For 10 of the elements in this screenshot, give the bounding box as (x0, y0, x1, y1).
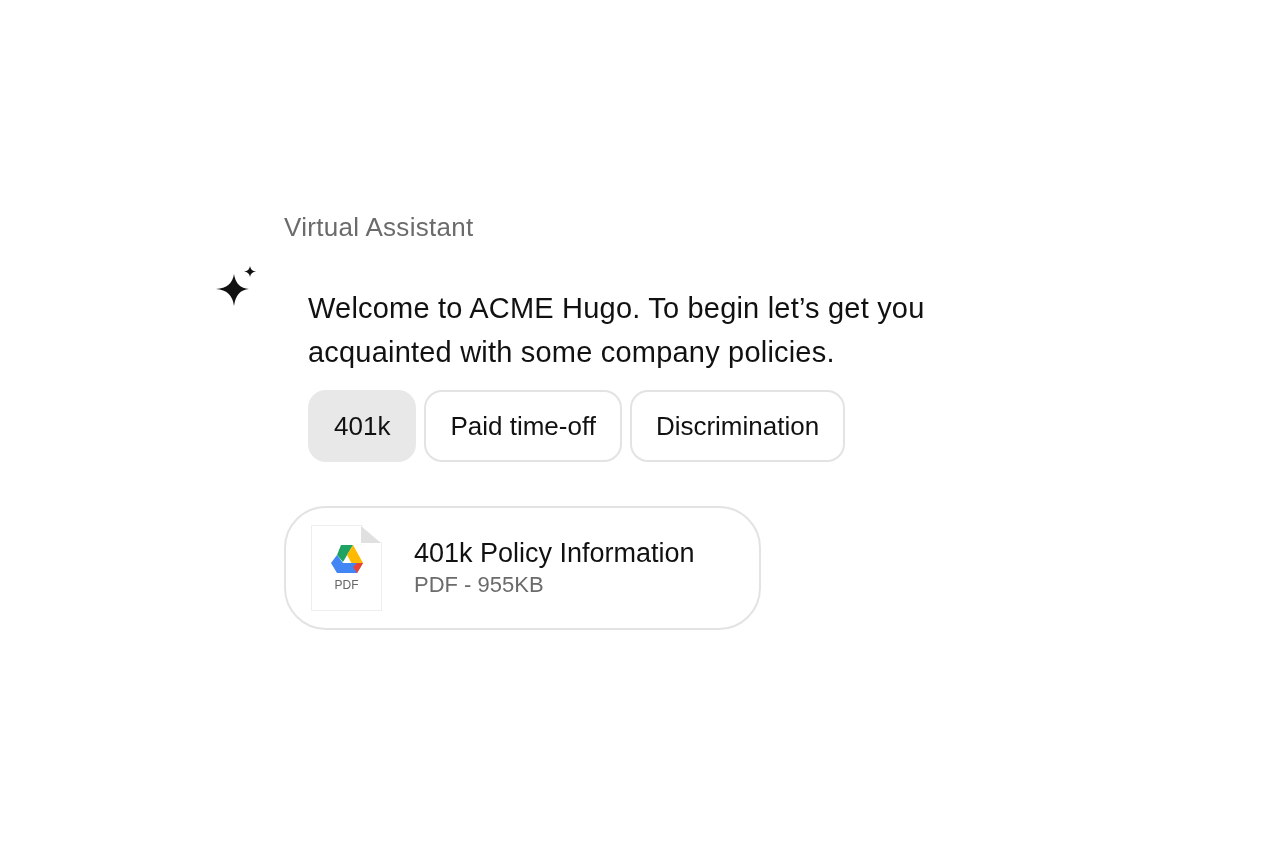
file-title: 401k Policy Information (414, 537, 695, 570)
file-type-label: PDF (334, 579, 359, 591)
suggestion-chip[interactable]: Paid time-off (424, 390, 622, 462)
sender-name: Virtual Assistant (284, 211, 475, 244)
file-attachment-card[interactable]: PDF 401k Policy Information PDF - 955KB (284, 506, 761, 630)
drive-icon (330, 545, 363, 573)
assistant-message: Welcome to ACME Hugo. To begin let’s get you acquainted with some company policies. (308, 291, 926, 370)
suggestion-chip[interactable]: Discrimination (629, 390, 846, 462)
suggestion-chip[interactable]: 401k (308, 390, 417, 462)
file-meta: PDF - 955KB (414, 571, 545, 599)
